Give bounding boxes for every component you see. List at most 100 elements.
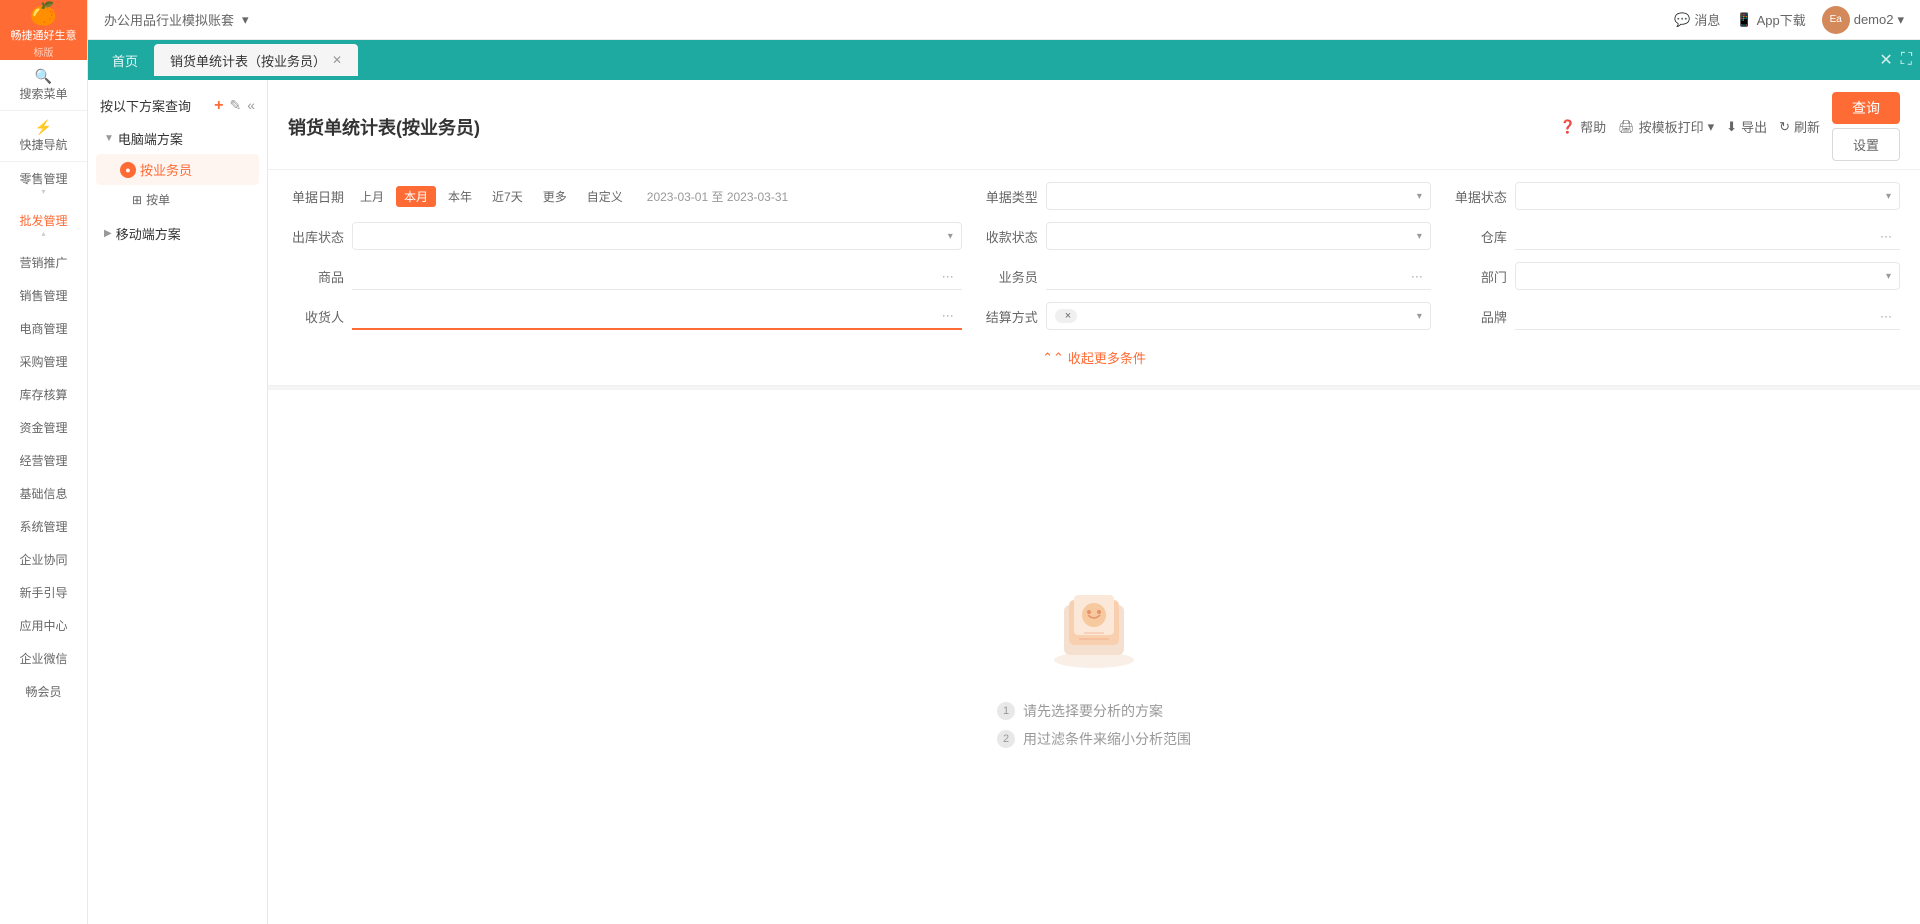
tabbar-actions: ✕ ⛶ xyxy=(1879,50,1912,70)
consignee-label: 收货人 xyxy=(288,307,344,326)
date-tab-more[interactable]: 更多 xyxy=(535,186,575,207)
message-icon: 💬 xyxy=(1674,12,1690,28)
consignee-control[interactable]: ··· xyxy=(352,302,962,330)
filter-area: 单据日期 上月 本月 本年 近7天 更多 自定义 2023-03-01 至 20… xyxy=(268,170,1920,386)
filter-salesperson: 业务员 ··· xyxy=(982,262,1431,290)
tab-fullscreen-icon[interactable]: ⛶ xyxy=(1901,51,1912,69)
left-panel-actions: + ✎ « xyxy=(214,97,255,115)
date-tabs: 上月 本月 本年 近7天 更多 自定义 xyxy=(352,186,631,207)
empty-tips: 1 请先选择要分析的方案 2 用过滤条件来缩小分析范围 xyxy=(997,701,1191,749)
help-btn[interactable]: ❓ 帮助 xyxy=(1560,117,1606,136)
sidebar-item-ecommerce[interactable]: 电商管理 xyxy=(0,312,87,345)
print-btn[interactable]: 🖨 按模板打印 ▾ xyxy=(1618,117,1714,136)
settlement-tag[interactable]: × xyxy=(1055,309,1077,323)
app-download-btn[interactable]: 📱 App下载 xyxy=(1736,10,1805,29)
docstatus-dropdown-icon: ▾ xyxy=(1886,191,1891,202)
breadcrumb-dropdown-icon[interactable]: ▾ xyxy=(242,12,249,28)
receiptstatus-control[interactable]: ▾ xyxy=(1046,222,1431,250)
consignee-dots-icon: ··· xyxy=(942,308,954,322)
filter-row-3: 商品 ··· 业务员 ··· xyxy=(288,262,1900,290)
app-download-label: App下载 xyxy=(1757,10,1806,29)
scheme-salesperson[interactable]: ● 按业务员 xyxy=(96,154,259,185)
sidebar-item-basic[interactable]: 基础信息 xyxy=(0,477,87,510)
outstatus-control[interactable]: ▾ xyxy=(352,222,962,250)
sidebar-item-retail[interactable]: 零售管理 ▾ xyxy=(0,162,87,204)
date-tab-thismonth[interactable]: 本月 xyxy=(396,186,436,207)
sidebar-item-operation[interactable]: 经营管理 xyxy=(0,444,87,477)
add-scheme-icon[interactable]: + xyxy=(214,97,223,115)
export-btn[interactable]: ⬇ 导出 xyxy=(1726,117,1767,136)
empty-state: 1 请先选择要分析的方案 2 用过滤条件来缩小分析范围 xyxy=(268,390,1920,924)
tab-close-icon[interactable]: ✕ xyxy=(332,53,342,67)
sidebar-item-finance[interactable]: 资金管理 xyxy=(0,411,87,444)
left-panel-header: 按以下方案查询 + ✎ « xyxy=(88,92,267,123)
salesperson-dots-icon: ··· xyxy=(1411,269,1423,283)
sidebar-item-marketing[interactable]: 营销推广 xyxy=(0,246,87,279)
scheme-salesperson-label: 按业务员 xyxy=(140,160,192,179)
edit-scheme-icon[interactable]: ✎ xyxy=(229,97,241,115)
settlement-dropdown-icon: ▾ xyxy=(1417,311,1422,322)
brand-control[interactable]: ··· xyxy=(1515,302,1900,330)
shortcut-nav[interactable]: ⚡ 快捷导航 xyxy=(0,111,87,162)
sidebar-item-ecommerce-label: 电商管理 xyxy=(4,320,83,337)
filter-docstatus: 单据状态 ▾ xyxy=(1451,182,1900,210)
filter-doctype: 单据类型 ▾ xyxy=(982,182,1431,210)
setting-button[interactable]: 设置 xyxy=(1832,128,1900,161)
settlement-tag-close-icon[interactable]: × xyxy=(1065,310,1071,322)
salesperson-control[interactable]: ··· xyxy=(1046,262,1431,290)
docstatus-control[interactable]: ▾ xyxy=(1515,182,1900,210)
scheme-byorder[interactable]: ⊞ 按单 xyxy=(96,185,259,214)
sidebar-item-wholesale[interactable]: 批发管理 ▴ xyxy=(0,204,87,246)
settlement-control[interactable]: × ▾ xyxy=(1046,302,1431,330)
sidebar-item-member[interactable]: 畅会员 xyxy=(0,675,87,708)
sidebar-item-enterprise[interactable]: 企业协同 xyxy=(0,543,87,576)
filter-outstatus: 出库状态 ▾ xyxy=(288,222,962,250)
sidebar-item-wholesale-label: 批发管理 xyxy=(4,212,83,229)
tip-1-text: 请先选择要分析的方案 xyxy=(1023,701,1163,721)
date-tab-lastmonth[interactable]: 上月 xyxy=(352,186,392,207)
sidebar-item-sales[interactable]: 销售管理 xyxy=(0,279,87,312)
query-button[interactable]: 查询 xyxy=(1832,92,1900,124)
tab-close-window-icon[interactable]: ✕ xyxy=(1879,50,1892,70)
goods-control[interactable]: ··· xyxy=(352,262,962,290)
doctype-control[interactable]: ▾ xyxy=(1046,182,1431,210)
collapse-panel-icon[interactable]: « xyxy=(247,97,255,115)
message-btn[interactable]: 💬 消息 xyxy=(1674,10,1720,29)
tab-home[interactable]: 首页 xyxy=(96,44,154,76)
sidebar-item-purchase[interactable]: 采购管理 xyxy=(0,345,87,378)
date-tab-custom[interactable]: 自定义 xyxy=(579,186,631,207)
search-menu[interactable]: 🔍 搜索菜单 xyxy=(0,60,87,111)
department-control[interactable]: ▾ xyxy=(1515,262,1900,290)
scheme-desktop[interactable]: ▼ 电脑端方案 xyxy=(96,123,259,154)
collapse-filters-btn[interactable]: ⌃⌃ 收起更多条件 xyxy=(288,342,1900,373)
username: demo2 xyxy=(1854,12,1894,27)
sidebar-item-system[interactable]: 系统管理 xyxy=(0,510,87,543)
settlement-label: 结算方式 xyxy=(982,307,1038,326)
sidebar-item-marketing-label: 营销推广 xyxy=(4,254,83,271)
scheme-mobile[interactable]: ▶ 移动端方案 xyxy=(96,218,259,249)
scheme-mobile-label: 移动端方案 xyxy=(116,224,181,243)
collapse-label: 收起更多条件 xyxy=(1068,348,1146,367)
tab-sales-stats-label: 销货单统计表（按业务员） xyxy=(170,51,326,70)
tab-sales-stats[interactable]: 销货单统计表（按业务员） ✕ xyxy=(154,44,358,76)
sidebar-item-inventory[interactable]: 库存核算 xyxy=(0,378,87,411)
date-tab-thisyear[interactable]: 本年 xyxy=(440,186,480,207)
refresh-btn[interactable]: ↻ 刷新 xyxy=(1779,117,1820,136)
sidebar-item-wechat[interactable]: 企业微信 xyxy=(0,642,87,675)
warehouse-control[interactable]: ··· xyxy=(1515,222,1900,250)
right-panel: 销货单统计表(按业务员) ❓ 帮助 🖨 按模板打印 ▾ ⬇ 导出 xyxy=(268,80,1920,924)
topbar-left: 办公用品行业模拟账套 ▾ xyxy=(104,10,249,29)
sidebar-item-guide[interactable]: 新手引导 xyxy=(0,576,87,609)
refresh-icon: ↻ xyxy=(1779,119,1790,135)
topbar: 办公用品行业模拟账套 ▾ 💬 消息 📱 App下载 Ea demo2 ▾ xyxy=(88,0,1920,40)
sidebar: 🍊 畅捷通好生意 标版 🔍 搜索菜单 ⚡ 快捷导航 零售管理 ▾ 批发管理 ▴ … xyxy=(0,0,88,924)
filter-row-1: 单据日期 上月 本月 本年 近7天 更多 自定义 2023-03-01 至 20… xyxy=(288,182,1900,210)
salesperson-label: 业务员 xyxy=(982,267,1038,286)
date-tab-7days[interactable]: 近7天 xyxy=(484,186,531,207)
print-icon: 🖨 xyxy=(1618,119,1635,135)
sidebar-item-appcenter[interactable]: 应用中心 xyxy=(0,609,87,642)
tip-2-text: 用过滤条件来缩小分析范围 xyxy=(1023,729,1191,749)
user-menu[interactable]: Ea demo2 ▾ xyxy=(1822,6,1904,34)
page-title: 销货单统计表(按业务员) xyxy=(288,114,480,140)
warehouse-dots-icon: ··· xyxy=(1880,229,1892,243)
